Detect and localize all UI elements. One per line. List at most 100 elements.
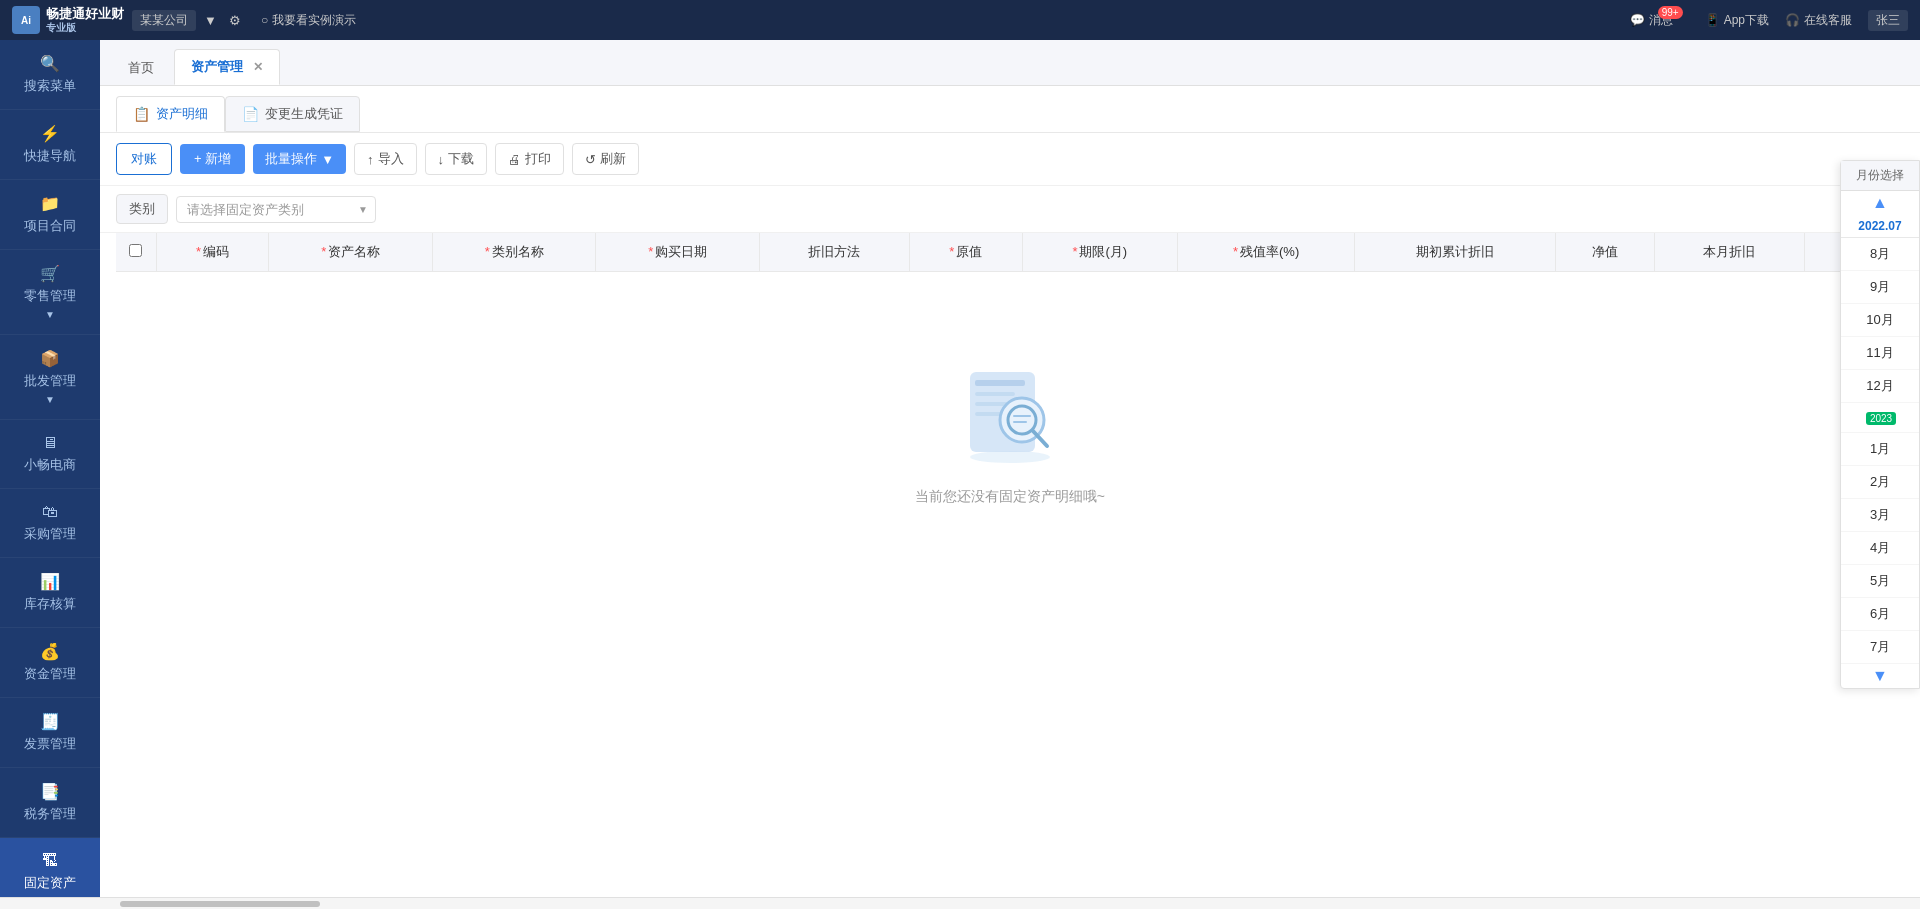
month-panel-up[interactable]: ▲ <box>1841 191 1919 215</box>
table-container[interactable]: *编码 *资产名称 *类别名称 *购买日期 折旧方法 *原值 *期限(月) *残… <box>100 233 1920 897</box>
sidebar-item-invoice[interactable]: 🧾 发票管理 <box>0 698 100 768</box>
user-info[interactable]: 张三 <box>1868 10 1908 31</box>
sidebar-item-ecommerce[interactable]: 🖥 小畅电商 <box>0 420 100 489</box>
app-name: 畅捷通好业财 <box>46 6 124 22</box>
quicknav-icon: ⚡ <box>40 124 60 143</box>
month-item-8[interactable]: 8月 <box>1841 238 1919 271</box>
sidebar: 🔍 搜索菜单 ⚡ 快捷导航 📁 项目合同 🛒 零售管理 ▼ 📦 批发管理 ▼ 🖥… <box>0 40 100 897</box>
tab-asset-management[interactable]: 资产管理 ✕ <box>174 49 280 85</box>
th-asset-name: *资产名称 <box>269 233 433 272</box>
retail-arrow-icon: ▼ <box>45 309 55 320</box>
add-button[interactable]: + 新增 <box>180 144 245 174</box>
top-bar: Ai 畅捷通好业财 专业版 某某公司 ▼ ⚙ ○ 我要看实例演示 💬 消息 99… <box>0 0 1920 40</box>
category-select[interactable]: 请选择固定资产类别 <box>176 196 376 223</box>
year-badge: 2023 <box>1866 412 1896 425</box>
project-icon: 📁 <box>40 194 60 213</box>
batch-button[interactable]: 批量操作 ▼ <box>253 144 346 174</box>
sidebar-item-retail[interactable]: 🛒 零售管理 ▼ <box>0 250 100 335</box>
import-icon: ↑ <box>367 152 374 167</box>
svg-point-0 <box>970 451 1050 463</box>
th-period: *期限(月) <box>1022 233 1177 272</box>
print-button[interactable]: 🖨 打印 <box>495 143 564 175</box>
table-header-row: *编码 *资产名称 *类别名称 *购买日期 折旧方法 *原值 *期限(月) *残… <box>116 233 1904 272</box>
demo-link[interactable]: ○ 我要看实例演示 <box>261 12 356 29</box>
reconcile-button[interactable]: 对账 <box>116 143 172 175</box>
tax-icon: 📑 <box>40 782 60 801</box>
category-filter-label: 类别 <box>116 194 168 224</box>
online-service-button[interactable]: 🎧 在线客服 <box>1785 12 1852 29</box>
sidebar-item-quicknav[interactable]: ⚡ 快捷导航 <box>0 110 100 180</box>
company-selector[interactable]: 某某公司 <box>132 10 196 31</box>
app-download-button[interactable]: 📱 App下载 <box>1705 12 1769 29</box>
category-select-wrapper[interactable]: 请选择固定资产类别 <box>176 196 376 223</box>
sub-tab-asset-detail[interactable]: 📋 资产明细 <box>116 96 225 132</box>
month-item-12[interactable]: 12月 <box>1841 370 1919 403</box>
scrollbar-thumb[interactable] <box>120 901 320 907</box>
download-button[interactable]: ↓ 下载 <box>425 143 488 175</box>
month-item-7[interactable]: 7月 <box>1841 631 1919 664</box>
sidebar-item-search[interactable]: 🔍 搜索菜单 <box>0 40 100 110</box>
month-item-3[interactable]: 3月 <box>1841 499 1919 532</box>
company-name: 某某公司 <box>140 13 188 27</box>
asset-table: *编码 *资产名称 *类别名称 *购买日期 折旧方法 *原值 *期限(月) *残… <box>116 233 1904 546</box>
batch-dropdown-icon: ▼ <box>321 152 334 167</box>
tab-close-icon[interactable]: ✕ <box>253 60 263 74</box>
th-original-value: *原值 <box>909 233 1022 272</box>
th-checkbox[interactable] <box>116 233 156 272</box>
sidebar-item-label: 库存核算 <box>24 595 76 613</box>
month-panel: 月份选择 ▲ 2022.07 8月 9月 10月 11月 12月 2023 1月… <box>1840 160 1920 689</box>
month-item-year-2023: 2023 <box>1841 403 1919 433</box>
th-accumulated-depreciation: 期初累计折旧 <box>1355 233 1555 272</box>
sidebar-item-label: 搜索菜单 <box>24 77 76 95</box>
sidebar-item-label: 固定资产 <box>24 874 76 892</box>
sidebar-item-project[interactable]: 📁 项目合同 <box>0 180 100 250</box>
print-icon: 🖨 <box>508 152 521 167</box>
sidebar-item-fixed-assets[interactable]: 🏗 固定资产 <box>0 838 100 897</box>
sidebar-item-wholesale[interactable]: 📦 批发管理 ▼ <box>0 335 100 420</box>
messages-button[interactable]: 💬 消息 99+ <box>1630 12 1673 29</box>
th-category: *类别名称 <box>432 233 596 272</box>
th-residual-rate: *残值率(%) <box>1177 233 1355 272</box>
sub-tab-bar: 📋 资产明细 📄 变更生成凭证 <box>100 86 1920 133</box>
th-depreciation-method: 折旧方法 <box>759 233 909 272</box>
sidebar-item-inventory[interactable]: 📊 库存核算 <box>0 558 100 628</box>
month-item-1[interactable]: 1月 <box>1841 433 1919 466</box>
sidebar-item-purchase[interactable]: 🛍 采购管理 <box>0 489 100 558</box>
inventory-icon: 📊 <box>40 572 60 591</box>
company-dropdown-icon[interactable]: ▼ <box>204 13 217 28</box>
month-item-5[interactable]: 5月 <box>1841 565 1919 598</box>
refresh-button[interactable]: ↺ 刷新 <box>572 143 639 175</box>
settings-icon[interactable]: ⚙ <box>229 13 241 28</box>
messages-badge: 99+ <box>1658 6 1683 19</box>
sub-tab-change-voucher[interactable]: 📄 变更生成凭证 <box>225 96 360 132</box>
month-panel-down[interactable]: ▼ <box>1841 664 1919 688</box>
import-button[interactable]: ↑ 导入 <box>354 143 417 175</box>
month-item-2[interactable]: 2月 <box>1841 466 1919 499</box>
sidebar-item-label: 快捷导航 <box>24 147 76 165</box>
horizontal-scrollbar[interactable] <box>0 897 1920 909</box>
content-area: 首页 资产管理 ✕ 📋 资产明细 📄 变更生成凭证 <box>100 40 1920 897</box>
month-item-6[interactable]: 6月 <box>1841 598 1919 631</box>
sidebar-item-finance[interactable]: 💰 资金管理 <box>0 628 100 698</box>
toolbar: 对账 + 新增 批量操作 ▼ ↑ 导入 ↓ 下载 🖨 打印 <box>100 133 1920 186</box>
empty-svg <box>950 352 1070 472</box>
svg-rect-3 <box>975 392 1015 396</box>
select-all-checkbox[interactable] <box>129 244 142 257</box>
sidebar-item-label: 税务管理 <box>24 805 76 823</box>
page-content: 📋 资产明细 📄 变更生成凭证 对账 + 新增 批量操作 ▼ <box>100 86 1920 897</box>
change-voucher-tab-icon: 📄 <box>242 106 259 122</box>
invoice-icon: 🧾 <box>40 712 60 731</box>
month-panel-year[interactable]: 2022.07 <box>1841 215 1919 238</box>
app-logo: Ai 畅捷通好业财 专业版 <box>12 6 124 34</box>
purchase-icon: 🛍 <box>42 503 58 521</box>
empty-text: 当前您还没有固定资产明细哦~ <box>915 488 1105 506</box>
month-item-10[interactable]: 10月 <box>1841 304 1919 337</box>
app-edition: 专业版 <box>46 22 124 34</box>
wholesale-arrow-icon: ▼ <box>45 394 55 405</box>
month-item-4[interactable]: 4月 <box>1841 532 1919 565</box>
month-item-11[interactable]: 11月 <box>1841 337 1919 370</box>
sidebar-item-tax[interactable]: 📑 税务管理 <box>0 768 100 838</box>
tab-home[interactable]: 首页 <box>112 51 170 85</box>
empty-state: 当前您还没有固定资产明细哦~ <box>116 272 1904 546</box>
month-item-9[interactable]: 9月 <box>1841 271 1919 304</box>
